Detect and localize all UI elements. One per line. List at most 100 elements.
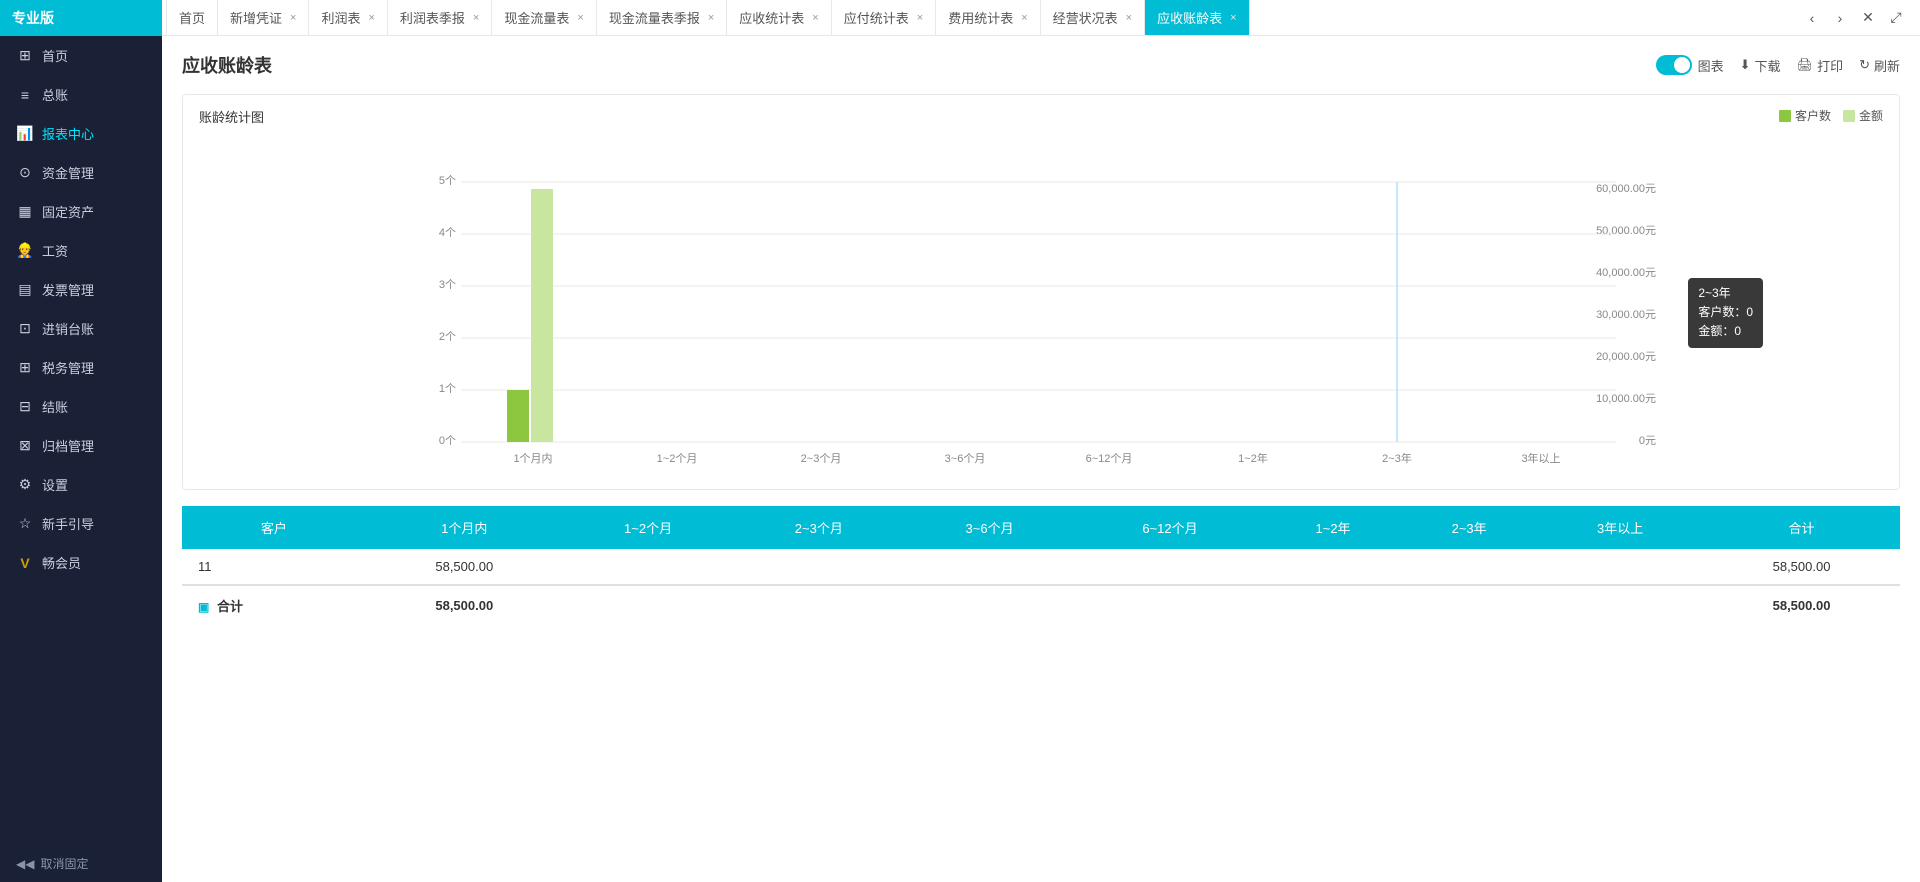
tab-close-all-button[interactable]: ✕ xyxy=(1856,6,1880,30)
footer-m2-3 xyxy=(733,585,904,625)
col-m1: 1个月内 xyxy=(366,506,563,549)
tab-home[interactable]: 首页 xyxy=(166,0,218,36)
footer-y1-2 xyxy=(1265,585,1401,625)
chart-toggle[interactable] xyxy=(1656,55,1692,75)
home-icon: ⊞ xyxy=(16,47,34,64)
col-m1-2: 1~2个月 xyxy=(563,506,734,549)
svg-text:3个: 3个 xyxy=(439,278,456,291)
tab-cashflow-quarterly[interactable]: 现金流量表季报 × xyxy=(597,0,727,36)
sales-icon: ⊡ xyxy=(16,320,34,337)
tab-profit-close[interactable]: × xyxy=(368,12,374,24)
sidebar-item-tax[interactable]: ⊞ 税务管理 xyxy=(0,348,162,387)
tab-next-button[interactable]: › xyxy=(1828,6,1852,30)
sidebar-item-label: 资金管理 xyxy=(42,163,94,182)
legend-amount-dot xyxy=(1843,110,1855,122)
footer-m6-12 xyxy=(1075,585,1265,625)
svg-text:5个: 5个 xyxy=(439,174,456,187)
tab-cashflow-close[interactable]: × xyxy=(577,12,583,24)
footer-y2-3 xyxy=(1401,585,1537,625)
footer-y3plus xyxy=(1537,585,1703,625)
ledger-icon: ≡ xyxy=(16,87,34,103)
sidebar-item-closing[interactable]: ⊟ 结账 xyxy=(0,387,162,426)
download-label: 下载 xyxy=(1755,56,1781,75)
tab-voucher-close[interactable]: × xyxy=(290,12,296,24)
tab-cashflow[interactable]: 现金流量表 × xyxy=(492,0,596,36)
sidebar-item-funds[interactable]: ⊙ 资金管理 xyxy=(0,153,162,192)
main-area: 首页 新增凭证 × 利润表 × 利润表季报 × 现金流量表 × 现金流量表季报 … xyxy=(162,0,1920,882)
tab-ar-aging-close[interactable]: × xyxy=(1230,12,1236,24)
unpin-button[interactable]: ◀◀ 取消固定 xyxy=(0,845,162,882)
tab-prev-button[interactable]: ‹ xyxy=(1800,6,1824,30)
tab-ap-stats-close[interactable]: × xyxy=(917,12,923,24)
sidebar-item-reports[interactable]: 📊 报表中心 xyxy=(0,114,162,153)
tab-voucher[interactable]: 新增凭证 × xyxy=(218,0,309,36)
sidebar-item-label: 发票管理 xyxy=(42,280,94,299)
col-total: 合计 xyxy=(1703,506,1900,549)
tab-profit[interactable]: 利润表 × xyxy=(309,0,387,36)
col-m3-6: 3~6个月 xyxy=(904,506,1075,549)
sidebar-item-label: 首页 xyxy=(42,46,68,65)
tab-cashflow-quarterly-close[interactable]: × xyxy=(708,12,714,24)
tab-ar-stats-close[interactable]: × xyxy=(812,12,818,24)
unpin-label: 取消固定 xyxy=(40,855,88,872)
print-icon: 🖨 xyxy=(1797,57,1814,73)
footer-m1: 58,500.00 xyxy=(366,585,563,625)
legend-amount-label: 金额 xyxy=(1859,107,1883,124)
tab-profit-quarterly-close[interactable]: × xyxy=(473,12,479,24)
download-button[interactable]: ⬇ 下载 xyxy=(1740,56,1781,75)
fixed-assets-icon: ▦ xyxy=(16,203,34,220)
chart-svg: 0个 1个 2个 3个 4个 5个 0元 10,000.00元 20,000.0… xyxy=(199,134,1883,474)
sidebar-item-home[interactable]: ⊞ 首页 xyxy=(0,36,162,75)
cell-y3plus xyxy=(1537,549,1703,585)
footer-label-text: 合计 xyxy=(217,599,243,614)
unpin-icon: ◀◀ xyxy=(16,857,34,871)
bar-amount-1 xyxy=(531,189,553,442)
table-header-row: 客户 1个月内 1~2个月 2~3个月 3~6个月 6~12个月 1~2年 2~… xyxy=(182,506,1900,549)
vip-icon: V xyxy=(16,555,34,571)
chart-container: 账龄统计图 客户数 金额 0个 1个 2个 3个 4个 xyxy=(182,94,1900,490)
svg-text:60,000.00元: 60,000.00元 xyxy=(1596,183,1656,195)
sidebar-item-sales[interactable]: ⊡ 进销台账 xyxy=(0,309,162,348)
svg-text:3年以上: 3年以上 xyxy=(1521,451,1560,465)
footer-total: 58,500.00 xyxy=(1703,585,1900,625)
cell-y2-3 xyxy=(1401,549,1537,585)
tab-biz-status-close[interactable]: × xyxy=(1126,12,1132,24)
tab-maximize-button[interactable]: ⤢ xyxy=(1884,6,1908,30)
sidebar-item-invoice[interactable]: ▤ 发票管理 xyxy=(0,270,162,309)
table-footer-row: ▣ 合计 58,500.00 58,500.00 xyxy=(182,585,1900,625)
tab-biz-status[interactable]: 经营状况表 × xyxy=(1041,0,1145,36)
sidebar-item-ledger[interactable]: ≡ 总账 xyxy=(0,75,162,114)
refresh-label: 刷新 xyxy=(1874,56,1900,75)
cell-customer: 11 xyxy=(182,549,366,585)
tab-expense-stats-close[interactable]: × xyxy=(1021,12,1027,24)
tab-profit-quarterly[interactable]: 利润表季报 × xyxy=(388,0,492,36)
invoice-icon: ▤ xyxy=(16,281,34,298)
svg-text:0元: 0元 xyxy=(1639,435,1656,447)
chart-toggle-wrap: 图表 xyxy=(1656,55,1724,75)
svg-text:1个: 1个 xyxy=(439,382,456,395)
page-title: 应收账龄表 xyxy=(182,52,272,78)
print-label: 打印 xyxy=(1817,56,1843,75)
footer-m3-6 xyxy=(904,585,1075,625)
refresh-button[interactable]: ↻ 刷新 xyxy=(1859,56,1900,75)
sidebar-item-guide[interactable]: ☆ 新手引导 xyxy=(0,504,162,543)
svg-text:2~3个月: 2~3个月 xyxy=(801,452,842,465)
footer-label: ▣ 合计 xyxy=(182,585,366,625)
sidebar-item-label: 结账 xyxy=(42,397,68,416)
sidebar-item-label: 总账 xyxy=(42,85,68,104)
tab-cashflow-quarterly-label: 现金流量表季报 xyxy=(609,8,700,27)
footer-m1-2 xyxy=(563,585,734,625)
sidebar-item-label: 进销台账 xyxy=(42,319,94,338)
sidebar-item-salary[interactable]: 👷 工资 xyxy=(0,231,162,270)
sidebar-item-vip[interactable]: V 畅会员 xyxy=(0,543,162,582)
sidebar-item-settings[interactable]: ⚙ 设置 xyxy=(0,465,162,504)
tab-expense-stats[interactable]: 费用统计表 × xyxy=(936,0,1040,36)
tab-ap-stats[interactable]: 应付统计表 × xyxy=(832,0,936,36)
sidebar-item-archive[interactable]: ⊠ 归档管理 xyxy=(0,426,162,465)
tab-ar-stats[interactable]: 应收统计表 × xyxy=(727,0,831,36)
tab-profit-quarterly-label: 利润表季报 xyxy=(400,8,465,27)
sidebar-item-fixed-assets[interactable]: ▦ 固定资产 xyxy=(0,192,162,231)
tab-ar-aging[interactable]: 应收账龄表 × xyxy=(1145,0,1249,36)
print-button[interactable]: 🖨 打印 xyxy=(1797,56,1844,75)
refresh-icon: ↻ xyxy=(1859,57,1870,73)
